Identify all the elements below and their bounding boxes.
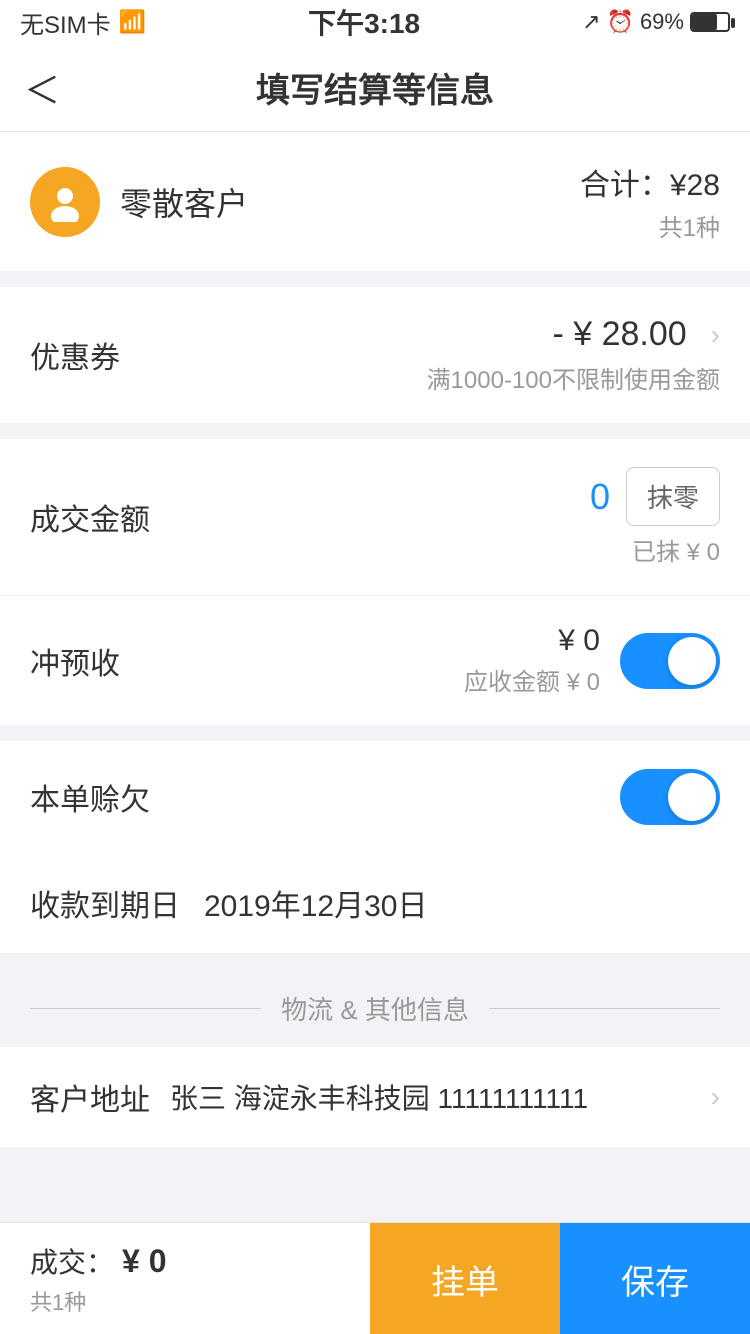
transaction-input[interactable] [510,476,610,518]
coupon-amount-row: - ¥ 28.00 › [552,315,720,354]
status-bar: 无SIM卡 📶 下午3:18 ↗ ⏰ 69% [0,0,750,44]
avatar [30,167,100,237]
pre-receive-row: 冲预收 ¥ 0 应收金额 ¥ 0 [0,596,750,725]
pre-receive-label: 冲预收 [30,639,120,683]
coupon-value-area: - ¥ 28.00 › 满1000-100不限制使用金额 [170,315,720,395]
logistics-header: 物流 & 其他信息 [0,970,750,1047]
save-button[interactable]: 保存 [560,1223,750,1334]
battery-icon [690,12,730,32]
pre-receive-toggle[interactable] [620,633,720,689]
customer-total: 合计：¥28 [580,160,720,204]
transaction-section: 成交金额 抹零 已抹 ¥ 0 冲预收 ¥ 0 应收金额 ¥ 0 [0,439,750,725]
credit-toggle-knob [668,773,716,821]
credit-toggle[interactable] [620,769,720,825]
bottom-summary-count: 共1种 [30,1285,340,1317]
address-label: 客户地址 [30,1075,150,1119]
coupon-row[interactable]: 优惠券 - ¥ 28.00 › 满1000-100不限制使用金额 [0,287,750,423]
transaction-value-area: 抹零 已抹 ¥ 0 [170,467,720,567]
content-area: 零散客户 合计：¥28 共1种 优惠券 - ¥ 28.00 › 满1000-10… [0,132,750,1283]
time-label: 下午3:18 [308,2,420,42]
customer-right: 合计：¥28 共1种 [580,160,720,243]
hold-button[interactable]: 挂单 [370,1223,560,1334]
status-left: 无SIM卡 📶 [20,5,146,40]
page-title: 填写结算等信息 [256,63,494,112]
due-date-label: 收款到期日 [30,881,180,925]
credit-label: 本单赊欠 [30,775,150,819]
round-zero-button[interactable]: 抹零 [626,467,720,526]
logistics-line-left [30,1008,261,1009]
bottom-summary-amount: ¥ 0 [122,1243,166,1280]
coupon-desc: 满1000-100不限制使用金额 [427,360,720,395]
pre-receive-right: ¥ 0 应收金额 ¥ 0 [464,624,720,697]
transaction-label: 成交金额 [30,495,170,539]
bottom-bar: 成交： ¥ 0 共1种 挂单 保存 [0,1222,750,1334]
carrier-label: 无SIM卡 [20,5,111,40]
coupon-section: 优惠券 - ¥ 28.00 › 满1000-100不限制使用金额 [0,287,750,423]
pre-receive-amount: ¥ 0 [558,624,600,658]
alarm-icon: ⏰ [607,9,634,35]
status-right: ↗ ⏰ 69% [582,9,730,35]
customer-name: 零散客户 [120,179,248,225]
logistics-section-label: 物流 & 其他信息 [281,990,469,1027]
address-chevron-icon: › [711,1081,720,1113]
credit-row: 本单赊欠 [0,741,750,853]
customer-row: 零散客户 合计：¥28 共1种 [0,132,750,271]
customer-count: 共1种 [580,208,720,243]
pre-receive-receivable: 应收金额 ¥ 0 [464,662,600,697]
coupon-amount: - ¥ 28.00 [552,315,686,354]
due-date-value: 2019年12月30日 [204,881,427,925]
transaction-input-row: 抹零 [510,467,720,526]
address-row[interactable]: 客户地址 张三 海淀永丰科技园 11111111111 › [0,1047,750,1147]
transaction-row: 成交金额 抹零 已抹 ¥ 0 [0,439,750,596]
location-icon: ↗ [582,9,600,35]
bottom-summary-label: 成交： [30,1241,114,1281]
bottom-summary-main: 成交： ¥ 0 [30,1241,340,1281]
logistics-line-right [489,1008,720,1009]
toggle-knob [668,637,716,685]
bottom-summary: 成交： ¥ 0 共1种 [0,1223,370,1334]
already-rounded-label: 已抹 ¥ 0 [632,532,720,567]
address-value: 张三 海淀永丰科技园 11111111111 [170,1077,711,1117]
wifi-icon: 📶 [119,9,146,35]
due-date-row: 收款到期日 2019年12月30日 [0,853,750,954]
pre-receive-amounts: ¥ 0 应收金额 ¥ 0 [464,624,600,697]
nav-bar: ＜ 填写结算等信息 [0,44,750,132]
back-button[interactable]: ＜ [24,62,60,114]
credit-section: 本单赊欠 收款到期日 2019年12月30日 [0,741,750,954]
chevron-right-icon: › [711,319,720,351]
coupon-label: 优惠券 [30,333,170,377]
customer-left: 零散客户 [30,167,248,237]
battery-label: 69% [640,9,684,35]
